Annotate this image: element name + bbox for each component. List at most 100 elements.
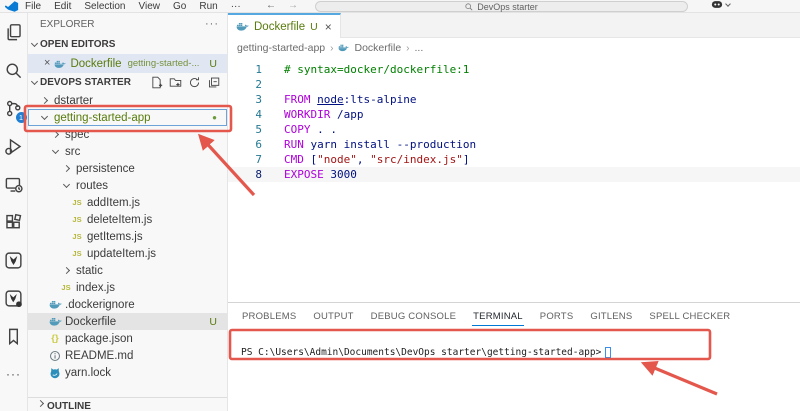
workspace-header[interactable]: DEVOPS STARTER bbox=[28, 73, 227, 92]
menu-run[interactable]: Run bbox=[199, 0, 217, 13]
more-actions-icon[interactable]: ··· bbox=[0, 355, 28, 393]
chevron-right-icon bbox=[51, 130, 59, 139]
menu-edit[interactable]: Edit bbox=[54, 0, 71, 13]
vscode-logo-icon bbox=[5, 0, 19, 12]
braces-icon: {} bbox=[51, 333, 59, 344]
close-icon[interactable]: × bbox=[325, 20, 332, 34]
menu-selection[interactable]: Selection bbox=[84, 0, 125, 13]
line-number: 5 bbox=[255, 123, 262, 136]
falcon-extension-icon[interactable] bbox=[0, 241, 28, 279]
panel-tab-spell-checker[interactable]: SPELL CHECKER bbox=[648, 306, 731, 326]
collapse-all-icon[interactable] bbox=[207, 76, 220, 89]
editor-group: Dockerfile U × getting-started-app › Doc… bbox=[228, 13, 800, 411]
tree-item-deleteitem-js[interactable]: JS deleteItem.js bbox=[28, 211, 227, 228]
new-file-icon[interactable] bbox=[150, 76, 163, 89]
info-icon bbox=[49, 350, 61, 362]
js-icon: JS bbox=[72, 249, 82, 258]
explorer-sidebar: EXPLORER ··· OPEN EDITORS × Dockerfile g… bbox=[28, 13, 228, 411]
copilot-button[interactable] bbox=[711, 0, 731, 9]
menu-view[interactable]: View bbox=[139, 0, 161, 13]
tab-modified-badge: U bbox=[310, 20, 318, 33]
tree-item-label: index.js bbox=[76, 281, 115, 294]
tab-dockerfile[interactable]: Dockerfile U × bbox=[228, 13, 341, 38]
outline-section-header[interactable]: OUTLINE bbox=[28, 397, 227, 411]
file-tree: dstarter getting-started-app ● spec src persi… bbox=[28, 92, 227, 381]
code-line-7: 7 CMD ["node", "src/index.js"] bbox=[228, 152, 800, 167]
tree-item-updateitem-js[interactable]: JS updateItem.js bbox=[28, 245, 227, 262]
falcon-cloud-extension-icon[interactable] bbox=[0, 279, 28, 317]
sidebar-title-row: EXPLORER ··· bbox=[28, 13, 227, 35]
menu-[interactable]: ··· bbox=[231, 0, 241, 13]
line-number: 4 bbox=[255, 108, 262, 121]
panel-tab-gitlens[interactable]: GITLENS bbox=[589, 306, 633, 326]
search-view-icon[interactable] bbox=[0, 51, 28, 89]
tree-item-persistence[interactable]: persistence bbox=[28, 160, 227, 177]
docker-whale-icon bbox=[54, 59, 67, 69]
tree-item-getitems-js[interactable]: JS getItems.js bbox=[28, 228, 227, 245]
source-control-icon[interactable]: 1 bbox=[0, 89, 28, 127]
breadcrumb: getting-started-app › Dockerfile › ... bbox=[228, 38, 800, 58]
command-center-search[interactable]: DevOps starter bbox=[315, 1, 688, 12]
docker-whale-icon bbox=[338, 43, 350, 52]
new-folder-icon[interactable] bbox=[169, 76, 182, 89]
tree-item-dockerfile[interactable]: Dockerfile U bbox=[28, 313, 227, 330]
breadcrumb-file[interactable]: Dockerfile bbox=[354, 42, 401, 54]
remote-explorer-icon[interactable] bbox=[0, 165, 28, 203]
extensions-icon[interactable] bbox=[0, 203, 28, 241]
tree-item-additem-js[interactable]: JS addItem.js bbox=[28, 194, 227, 211]
open-editors-header[interactable]: OPEN EDITORS bbox=[28, 35, 227, 54]
code-editor[interactable]: 1 # syntax=docker/dockerfile:1 2 3 FROM node… bbox=[228, 58, 800, 182]
explorer-more-actions-icon[interactable]: ··· bbox=[205, 18, 219, 30]
docker-whale-icon bbox=[49, 299, 62, 310]
tree-item-label: yarn.lock bbox=[65, 366, 112, 379]
terminal[interactable]: PS C:\Users\Admin\Documents\DevOps start… bbox=[241, 347, 612, 358]
menu-bar: File Edit Selection View Go Run ··· bbox=[25, 0, 241, 13]
chevron-down-icon bbox=[51, 146, 59, 155]
tree-item-dstarter[interactable]: dstarter bbox=[28, 92, 227, 109]
chevron-down-icon bbox=[62, 180, 70, 189]
panel-tab-ports[interactable]: PORTS bbox=[539, 306, 575, 326]
bookmarks-icon[interactable] bbox=[0, 317, 28, 355]
activity-bar: 1 ··· bbox=[0, 13, 28, 411]
breadcrumb-separator: › bbox=[406, 42, 410, 54]
tree-item-label: deleteItem.js bbox=[87, 213, 153, 226]
panel-tab-debug-console[interactable]: DEBUG CONSOLE bbox=[370, 306, 457, 326]
breadcrumb-symbol[interactable]: ... bbox=[415, 42, 424, 54]
tree-item-static[interactable]: static bbox=[28, 262, 227, 279]
menu-go[interactable]: Go bbox=[173, 0, 186, 13]
terminal-cursor bbox=[605, 347, 612, 358]
js-icon: JS bbox=[72, 232, 82, 241]
menu-file[interactable]: File bbox=[25, 0, 41, 13]
tree-item-label: src bbox=[65, 145, 81, 158]
js-icon: JS bbox=[72, 215, 82, 224]
tree-item-package-json[interactable]: {} package.json bbox=[28, 330, 227, 347]
tree-item-label: Dockerfile bbox=[65, 315, 117, 328]
panel-tab-problems[interactable]: PROBLEMS bbox=[241, 306, 297, 326]
line-number: 7 bbox=[255, 153, 262, 166]
tree-item-label: updateItem.js bbox=[87, 247, 157, 260]
nav-back-icon[interactable]: ← bbox=[266, 0, 276, 11]
tree-item--dockerignore[interactable]: .dockerignore bbox=[28, 296, 227, 313]
tree-item-readme-md[interactable]: README.md bbox=[28, 347, 227, 364]
tree-item-yarn-lock[interactable]: yarn.lock bbox=[28, 364, 227, 381]
explorer-icon[interactable] bbox=[0, 13, 28, 51]
tree-item-spec[interactable]: spec bbox=[28, 126, 227, 143]
bottom-panel: PROBLEMS OUTPUT DEBUG CONSOLE TERMINAL PORTS… bbox=[228, 302, 800, 411]
tree-item-src[interactable]: src bbox=[28, 143, 227, 160]
panel-tab-output[interactable]: OUTPUT bbox=[312, 306, 354, 326]
chevron-down-icon bbox=[30, 77, 39, 86]
tree-item-routes[interactable]: routes bbox=[28, 177, 227, 194]
tree-item-getting-started-app[interactable]: getting-started-app ● bbox=[28, 109, 227, 126]
chevron-right-icon bbox=[36, 399, 45, 408]
refresh-icon[interactable] bbox=[188, 76, 201, 89]
breadcrumb-folder[interactable]: getting-started-app bbox=[237, 42, 325, 54]
tree-item-label: package.json bbox=[65, 332, 133, 345]
sidebar-title: EXPLORER bbox=[40, 18, 95, 30]
panel-tab-terminal[interactable]: TERMINAL bbox=[472, 306, 524, 326]
tree-item-index-js[interactable]: JS index.js bbox=[28, 279, 227, 296]
run-and-debug-icon[interactable] bbox=[0, 127, 28, 165]
open-editor-item-dockerfile[interactable]: × Dockerfile getting-started-... U bbox=[28, 54, 227, 73]
nav-forward-icon[interactable]: → bbox=[288, 0, 298, 11]
close-icon[interactable]: × bbox=[44, 58, 50, 69]
line-number: 6 bbox=[255, 138, 262, 151]
